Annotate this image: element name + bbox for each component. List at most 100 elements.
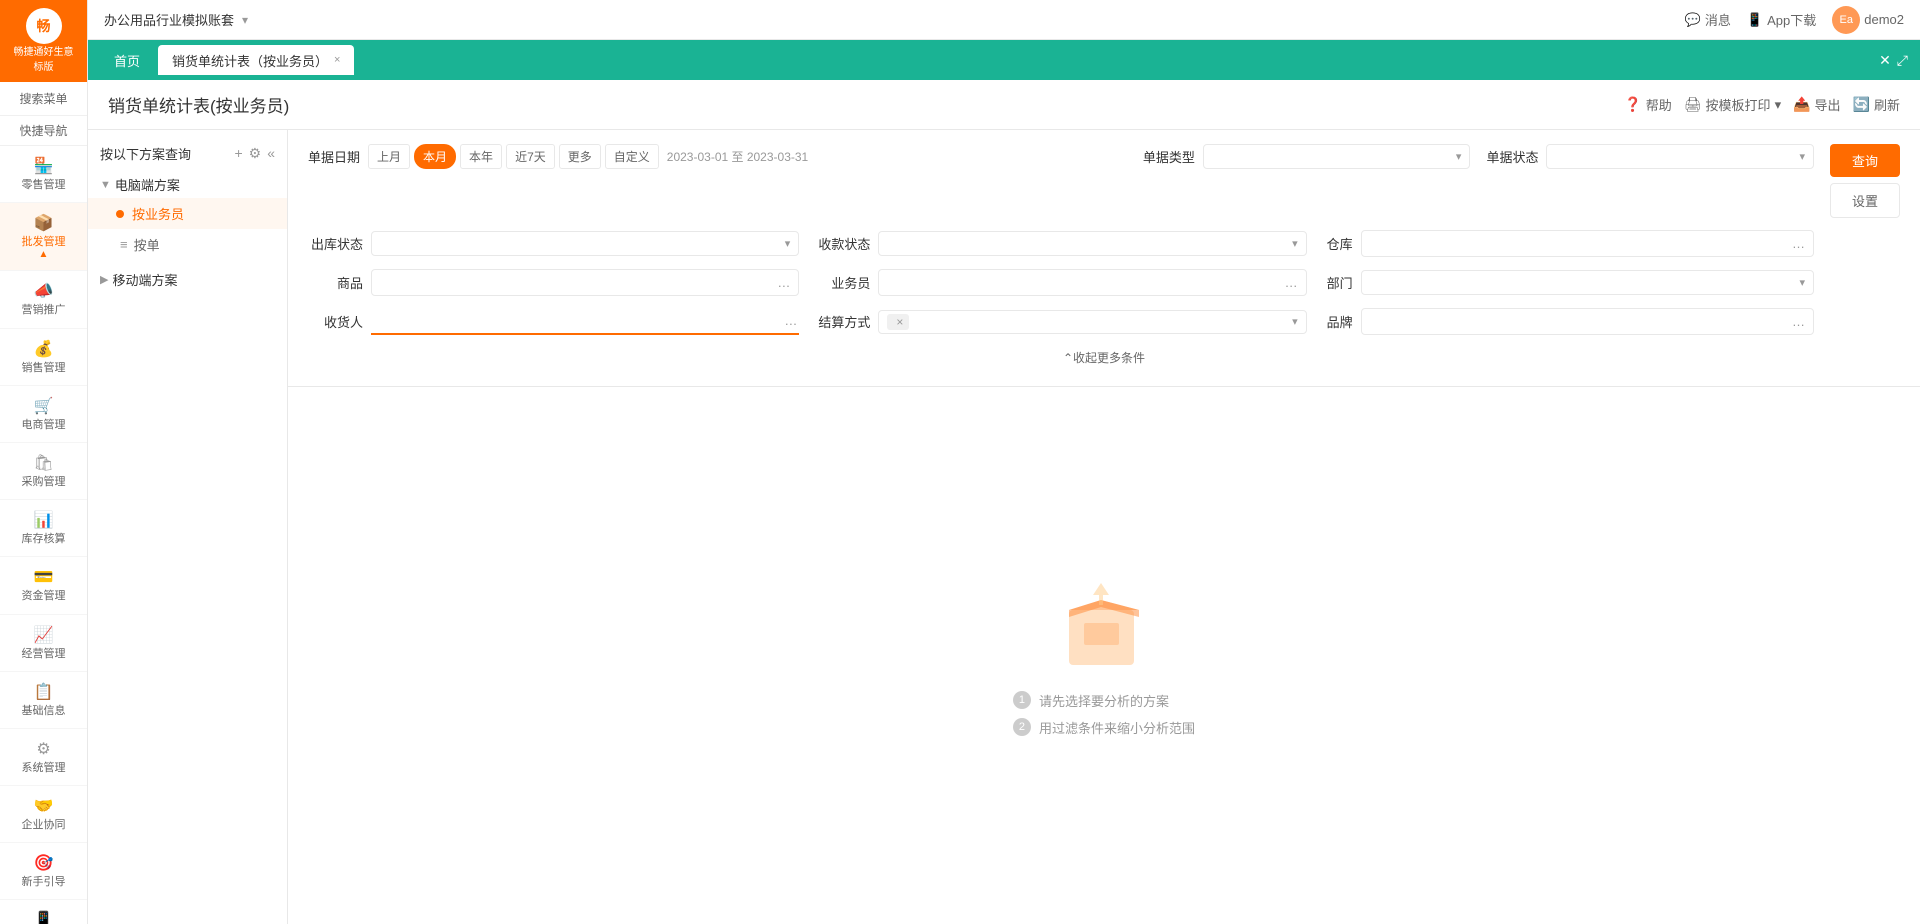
setting-plan-button[interactable]: ⚙ [249,145,262,162]
salesperson-dots[interactable]: … [1285,275,1298,290]
consignee-dots[interactable]: … [784,313,797,328]
sub-plan-label: 按单 [134,235,160,254]
operation-icon: 📈 [34,625,54,645]
out-status-arrow-icon: ▾ [785,237,791,250]
brand-dots[interactable]: … [1792,314,1805,329]
export-button[interactable]: 📤 导出 [1793,95,1840,114]
payment-tag-remove[interactable]: × [896,315,903,329]
goods-label: 商品 [308,273,363,292]
sidebar-logo: 畅 畅捷通好生意 标版 [0,0,87,82]
empty-state: 1 请先选择要分析的方案 2 用过滤条件来缩小分析范围 [288,387,1920,924]
add-plan-button[interactable]: + [234,145,242,162]
goods-control[interactable]: … [371,269,799,296]
active-plan-item[interactable]: 按业务员 [88,198,287,229]
doc-status-select[interactable]: ▾ [1546,144,1814,169]
quick-nav-item[interactable]: 快捷导航 [0,116,87,146]
out-status-label: 出库状态 [308,234,363,253]
sidebar-item-sales-label: 销售管理 [22,362,66,375]
left-panel-header: 按以下方案查询 + ⚙ « [88,140,287,171]
tab-home-label: 首页 [114,51,140,70]
close-window-icon[interactable]: ✕ [1879,52,1891,69]
app-download-button[interactable]: 📱 App下载 [1747,10,1816,29]
sidebar-item-basic-label: 基础信息 [22,705,66,718]
pc-plan-group: ▼ 电脑端方案 按业务员 ≡ 按单 [88,171,287,260]
date-btn-more[interactable]: 更多 [559,144,601,169]
sidebar-item-inventory[interactable]: 📊 库存核算 [0,500,87,557]
goods-dots[interactable]: … [777,275,790,290]
refresh-icon: 🔄 [1853,96,1870,113]
date-btn-this-year[interactable]: 本年 [460,144,502,169]
sidebar-item-sales[interactable]: 💰 销售管理 [0,329,87,386]
consignee-control[interactable]: … [371,308,799,335]
system-icon: ⚙ [36,739,50,759]
tab-sales-stat[interactable]: 销货单统计表（按业务员） × [158,45,354,75]
warehouse-control[interactable]: … [1361,230,1814,257]
consignee-input[interactable] [373,313,784,328]
inventory-icon: 📊 [34,510,54,530]
sidebar-item-ecommerce-label: 电商管理 [22,419,66,432]
main-content: 按以下方案查询 + ⚙ « ▼ 电脑端方案 按业务员 [88,130,1920,924]
out-status-select[interactable]: ▾ [371,231,799,256]
right-panel: 单据日期 上月 本月 本年 近7天 更多 自定义 2023-03-01 至 20… [288,130,1920,924]
hint-num-2: 2 [1013,718,1031,736]
refresh-button[interactable]: 🔄 刷新 [1853,95,1900,114]
collapse-filters-button[interactable]: ⌃ 收起更多条件 [308,343,1900,372]
sub-plan-icon: ≡ [120,237,128,252]
brand-control[interactable]: … [1361,308,1814,335]
sidebar-item-purchase[interactable]: 🛍 采购管理 [0,443,87,500]
search-menu-item[interactable]: 搜索菜单 [0,82,87,116]
sidebar-item-system[interactable]: ⚙ 系统管理 [0,729,87,786]
username-label: demo2 [1864,12,1904,27]
mobile-plan-group-title[interactable]: ▶ 移动端方案 [88,264,287,295]
date-btn-last-month[interactable]: 上月 [368,144,410,169]
sidebar-item-guide[interactable]: 🎯 新手引导 [0,843,87,900]
sidebar-item-retail[interactable]: 🏪 零售管理 [0,146,87,203]
sidebar-item-wholesale-label: 批发管理 [22,236,66,249]
sidebar-item-inventory-label: 库存核算 [22,533,66,546]
expand-window-icon[interactable]: ⤢ [1897,52,1908,69]
collapse-panel-button[interactable]: « [267,145,275,162]
topbar-arrow-icon: ▾ [242,13,248,27]
main-area: 办公用品行业模拟账套 ▾ 💬 消息 📱 App下载 Ea demo2 首页 销货… [88,0,1920,924]
collapse-label: 收起更多条件 [1073,349,1145,366]
date-btn-this-month[interactable]: 本月 [414,144,456,169]
receipt-status-select[interactable]: ▾ [878,231,1306,256]
sidebar-item-appcenter[interactable]: 📱 应用中心 [0,900,87,924]
user-menu[interactable]: Ea demo2 [1832,6,1904,34]
pc-plan-group-label: 电脑端方案 [115,175,180,194]
date-label: 单据日期 [308,147,360,166]
tab-close-button[interactable]: × [334,54,340,66]
settings-button[interactable]: 设置 [1830,183,1900,218]
pc-plan-group-title[interactable]: ▼ 电脑端方案 [88,171,287,198]
sidebar-item-finance[interactable]: 💳 资金管理 [0,557,87,614]
date-btn-custom[interactable]: 自定义 [605,144,659,169]
sidebar-item-cooperation[interactable]: 🤝 企业协同 [0,786,87,843]
salesperson-control[interactable]: … [878,269,1306,296]
marketing-icon: 📣 [34,281,54,301]
warehouse-dots[interactable]: … [1792,236,1805,251]
doc-type-select[interactable]: ▾ [1203,144,1471,169]
message-button[interactable]: 💬 消息 [1685,10,1731,29]
empty-state-hints: 1 请先选择要分析的方案 2 用过滤条件来缩小分析范围 [1013,691,1195,737]
sidebar-item-operation[interactable]: 📈 经营管理 [0,615,87,672]
refresh-label: 刷新 [1874,95,1900,114]
sidebar-item-cooperation-label: 企业协同 [22,819,66,832]
collapse-icon: ⌃ [1063,351,1073,365]
help-button[interactable]: ❓ 帮助 [1624,95,1671,114]
brand-label: 品牌 [1323,312,1353,331]
dept-select[interactable]: ▾ [1361,270,1814,295]
date-btn-7days[interactable]: 近7天 [506,144,555,169]
sidebar-item-ecommerce[interactable]: 🛒 电商管理 [0,386,87,443]
tab-home[interactable]: 首页 [100,45,154,75]
filter-area: 单据日期 上月 本月 本年 近7天 更多 自定义 2023-03-01 至 20… [288,130,1920,387]
sidebar-item-basic[interactable]: 📋 基础信息 [0,672,87,729]
sub-plan-item[interactable]: ≡ 按单 [88,229,287,260]
sidebar-item-wholesale[interactable]: 📦 批发管理 ▲ [0,203,87,271]
ecommerce-icon: 🛒 [34,396,54,416]
doc-status-arrow-icon: ▾ [1799,150,1805,163]
tab-sales-stat-label: 销货单统计表（按业务员） [172,51,328,70]
query-button[interactable]: 查询 [1830,144,1900,177]
sidebar-item-marketing[interactable]: 📣 营销推广 [0,271,87,328]
consignee-label: 收货人 [308,312,363,331]
print-button[interactable]: 🖨 按模板打印 ▾ [1684,95,1781,114]
